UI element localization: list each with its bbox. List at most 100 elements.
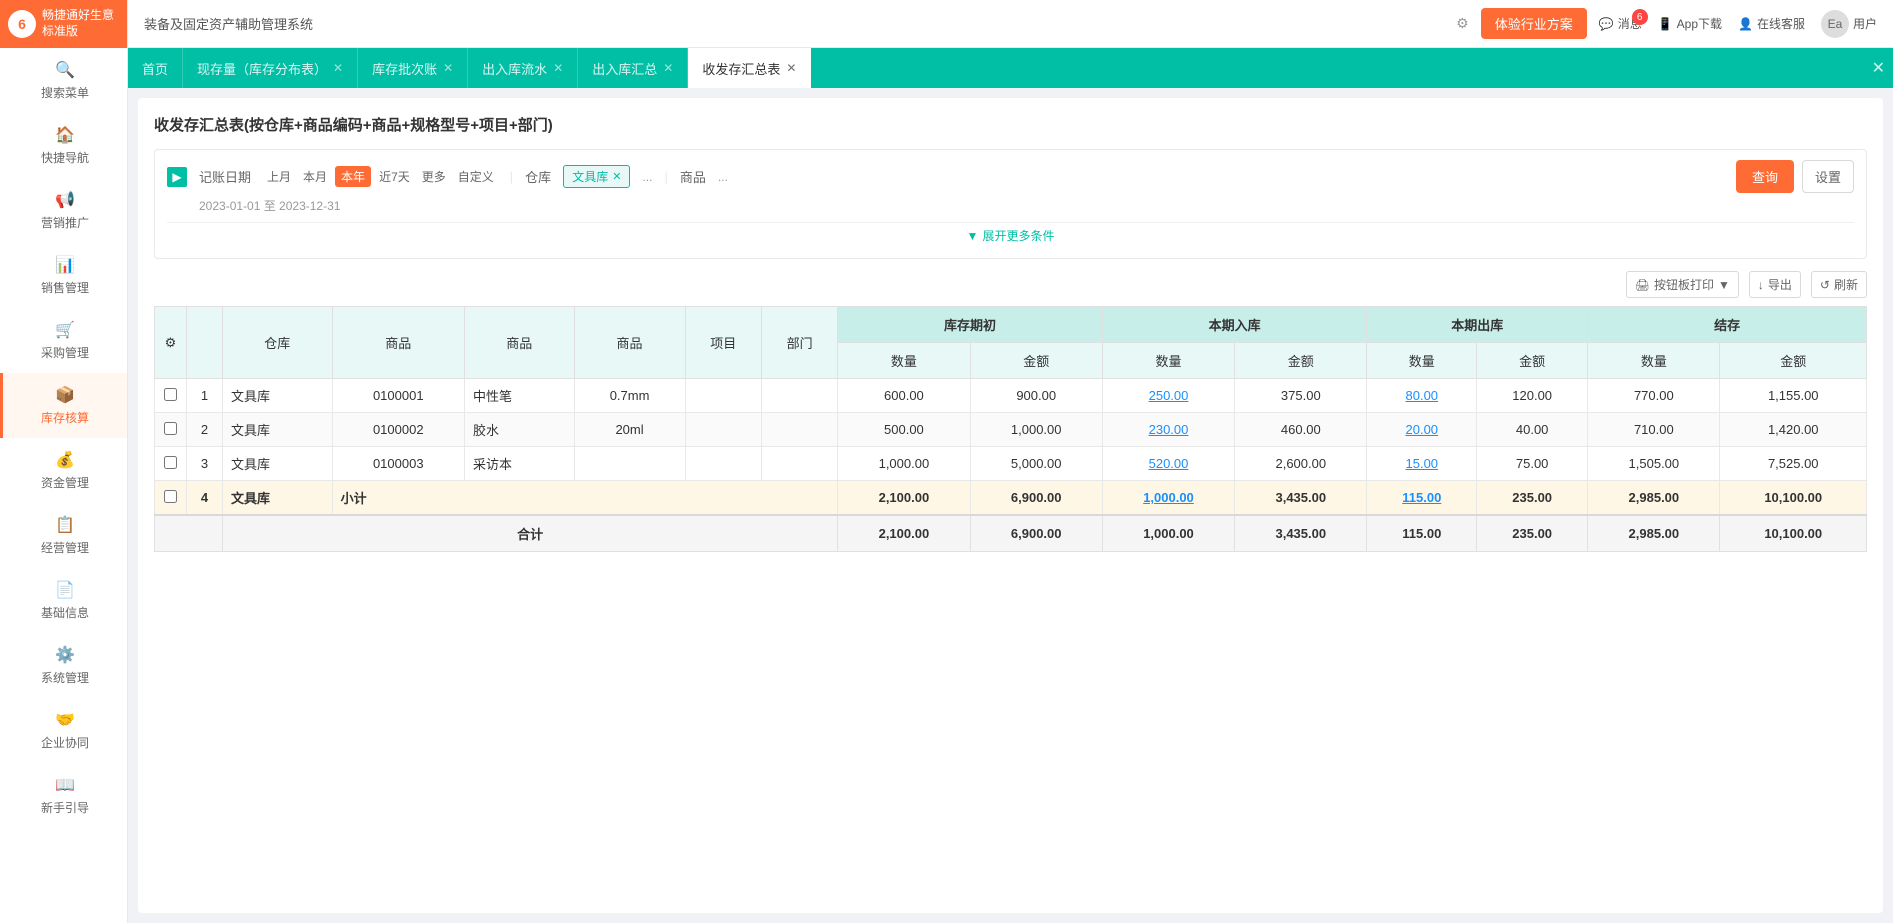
- expand-more-row: ▼ 展开更多条件: [167, 222, 1854, 248]
- tab-close-receive-send-summary[interactable]: ✕: [786, 62, 796, 74]
- filter-expand-button[interactable]: ▶: [167, 167, 187, 187]
- online-service-action[interactable]: 👤 在线客服: [1738, 15, 1805, 32]
- print-label: 按钮板打印: [1654, 276, 1714, 293]
- row-project-0: [685, 379, 761, 413]
- expand-more-button[interactable]: ▼ 展开更多条件: [967, 227, 1055, 244]
- tab-in-out-flow[interactable]: 出入库流水 ✕: [468, 48, 578, 88]
- tab-batch-account[interactable]: 库存批次账✕: [358, 48, 468, 88]
- export-label: 导出: [1768, 276, 1792, 293]
- col-product-name-header: 商品: [464, 307, 574, 379]
- row-in-qty-1[interactable]: 230.00: [1102, 413, 1234, 447]
- tab-inventory-dist[interactable]: 现存量（库存分布表）✕: [183, 48, 358, 88]
- sidebar-item-search[interactable]: 🔍搜索菜单: [0, 48, 127, 113]
- tab-label-in-out-flow: 出入库流水: [482, 59, 547, 78]
- sidebar-item-quick-nav[interactable]: 🏠快捷导航: [0, 113, 127, 178]
- row-close-amt-1: 1,420.00: [1720, 413, 1867, 447]
- col-warehouse-header: 仓库: [223, 307, 333, 379]
- warehouse-tag-text: 文具库: [572, 168, 608, 185]
- row-out-amt-2: 75.00: [1477, 447, 1588, 481]
- in-qty-header: 数量: [1102, 343, 1234, 379]
- filter-dots-1[interactable]: ...: [642, 170, 652, 184]
- sidebar-item-enterprise[interactable]: 🤝企业协同: [0, 698, 127, 763]
- sales-icon: 📊: [55, 255, 75, 275]
- user-action[interactable]: Ea 用户: [1821, 10, 1877, 38]
- finance-icon: 💰: [55, 450, 75, 470]
- close-all-tabs[interactable]: ✕: [1872, 58, 1885, 78]
- message-action[interactable]: 💬 消息 6: [1599, 15, 1642, 32]
- column-settings-button[interactable]: 设置: [1802, 160, 1854, 193]
- row-checkbox-2[interactable]: [155, 447, 187, 481]
- row-out-amt-0: 120.00: [1477, 379, 1588, 413]
- row-out-qty-0[interactable]: 80.00: [1367, 379, 1477, 413]
- sidebar-item-operations[interactable]: 📋经营管理: [0, 503, 127, 568]
- tab-close-in-out-flow[interactable]: ✕: [553, 62, 563, 74]
- date-shortcut-近7天[interactable]: 近7天: [375, 166, 414, 187]
- sidebar-item-finance[interactable]: 💰 资金管理: [0, 438, 127, 503]
- enterprise-label: 企业协同: [41, 734, 89, 751]
- finance-label: 资金管理: [41, 474, 89, 491]
- app-download-label: App下载: [1677, 15, 1722, 32]
- sidebar-item-purchase[interactable]: 🛒采购管理: [0, 308, 127, 373]
- row-num-0: 1: [187, 379, 223, 413]
- col-settings-header[interactable]: ⚙: [155, 307, 187, 379]
- row-close-amt-0: 1,155.00: [1720, 379, 1867, 413]
- date-shortcut-更多[interactable]: 更多: [418, 166, 450, 187]
- row-product-spec-2: [574, 447, 685, 481]
- date-shortcut-自定义[interactable]: 自定义: [454, 166, 498, 187]
- total-out-qty: 115.00: [1367, 515, 1477, 552]
- row-out-amt-1: 40.00: [1477, 413, 1588, 447]
- subtotal-row: 4 文具库 小计 2,100.00 6,900.00 1,000.00 3,43…: [155, 481, 1867, 516]
- subtotal-checkbox[interactable]: [155, 481, 187, 516]
- sidebar-item-marketing[interactable]: 📢营销推广: [0, 178, 127, 243]
- subtotal-in-qty[interactable]: 1,000.00: [1102, 481, 1234, 516]
- query-button[interactable]: 查询: [1736, 160, 1794, 193]
- tab-close-batch-account[interactable]: ✕: [443, 62, 453, 74]
- app-download-action[interactable]: 📱 App下载: [1658, 15, 1722, 32]
- tab-close-inventory-dist[interactable]: ✕: [333, 62, 343, 74]
- app-download-icon: 📱: [1658, 17, 1673, 31]
- tab-close-in-out-summary[interactable]: ✕: [663, 62, 673, 74]
- subtotal-out-qty[interactable]: 115.00: [1367, 481, 1477, 516]
- warehouse-tag[interactable]: 文具库 ✕: [563, 165, 630, 188]
- row-num-1: 2: [187, 413, 223, 447]
- tab-in-out-summary[interactable]: 出入库汇总✕: [578, 48, 688, 88]
- filter-dots-2[interactable]: ...: [718, 170, 728, 184]
- sidebar-item-inventory[interactable]: 📦库存核算: [0, 373, 127, 438]
- date-shortcuts: 上月本月本年近7天更多自定义: [263, 166, 498, 187]
- in-amt-header: 金额: [1235, 343, 1367, 379]
- sidebar-item-guide[interactable]: 📖新手引导: [0, 763, 127, 828]
- row-checkbox-1[interactable]: [155, 413, 187, 447]
- settings-icon[interactable]: ⚙: [1456, 15, 1469, 32]
- inventory-label: 库存核算: [41, 409, 89, 426]
- export-button[interactable]: ↓ 导出: [1749, 271, 1801, 298]
- refresh-button[interactable]: ↺ 刷新: [1811, 271, 1867, 298]
- row-product-name-1: 胶水: [464, 413, 574, 447]
- subtotal-in-amt: 3,435.00: [1235, 481, 1367, 516]
- row-in-qty-2[interactable]: 520.00: [1102, 447, 1234, 481]
- message-icon: 💬: [1599, 17, 1614, 31]
- tab-home[interactable]: 首页: [128, 48, 183, 88]
- filter-divider-2: |: [664, 169, 667, 184]
- date-shortcut-本年[interactable]: 本年: [335, 166, 371, 187]
- subtotal-open-qty: 2,100.00: [838, 481, 970, 516]
- date-shortcut-本月[interactable]: 本月: [299, 166, 331, 187]
- warehouse-tag-close-icon[interactable]: ✕: [612, 170, 621, 183]
- row-open-qty-0: 600.00: [838, 379, 970, 413]
- total-placeholder: 合计: [223, 515, 838, 552]
- refresh-icon: ↺: [1820, 278, 1830, 292]
- sidebar-item-system[interactable]: ⚙️系统管理: [0, 633, 127, 698]
- experience-button[interactable]: 体验行业方案: [1481, 8, 1587, 39]
- date-shortcut-上月[interactable]: 上月: [263, 166, 295, 187]
- subtotal-close-amt: 10,100.00: [1720, 481, 1867, 516]
- row-in-qty-0[interactable]: 250.00: [1102, 379, 1234, 413]
- sidebar-item-sales[interactable]: 📊销售管理: [0, 243, 127, 308]
- row-checkbox-0[interactable]: [155, 379, 187, 413]
- expand-more-label: 展开更多条件: [982, 227, 1054, 244]
- total-close-amt: 10,100.00: [1720, 515, 1867, 552]
- row-project-2: [685, 447, 761, 481]
- print-button[interactable]: 🖨 按钮板打印 ▼: [1626, 271, 1739, 298]
- sidebar-item-basic[interactable]: 📄基础信息: [0, 568, 127, 633]
- row-out-qty-1[interactable]: 20.00: [1367, 413, 1477, 447]
- row-out-qty-2[interactable]: 15.00: [1367, 447, 1477, 481]
- tab-receive-send-summary[interactable]: 收发存汇总表✕: [688, 48, 811, 88]
